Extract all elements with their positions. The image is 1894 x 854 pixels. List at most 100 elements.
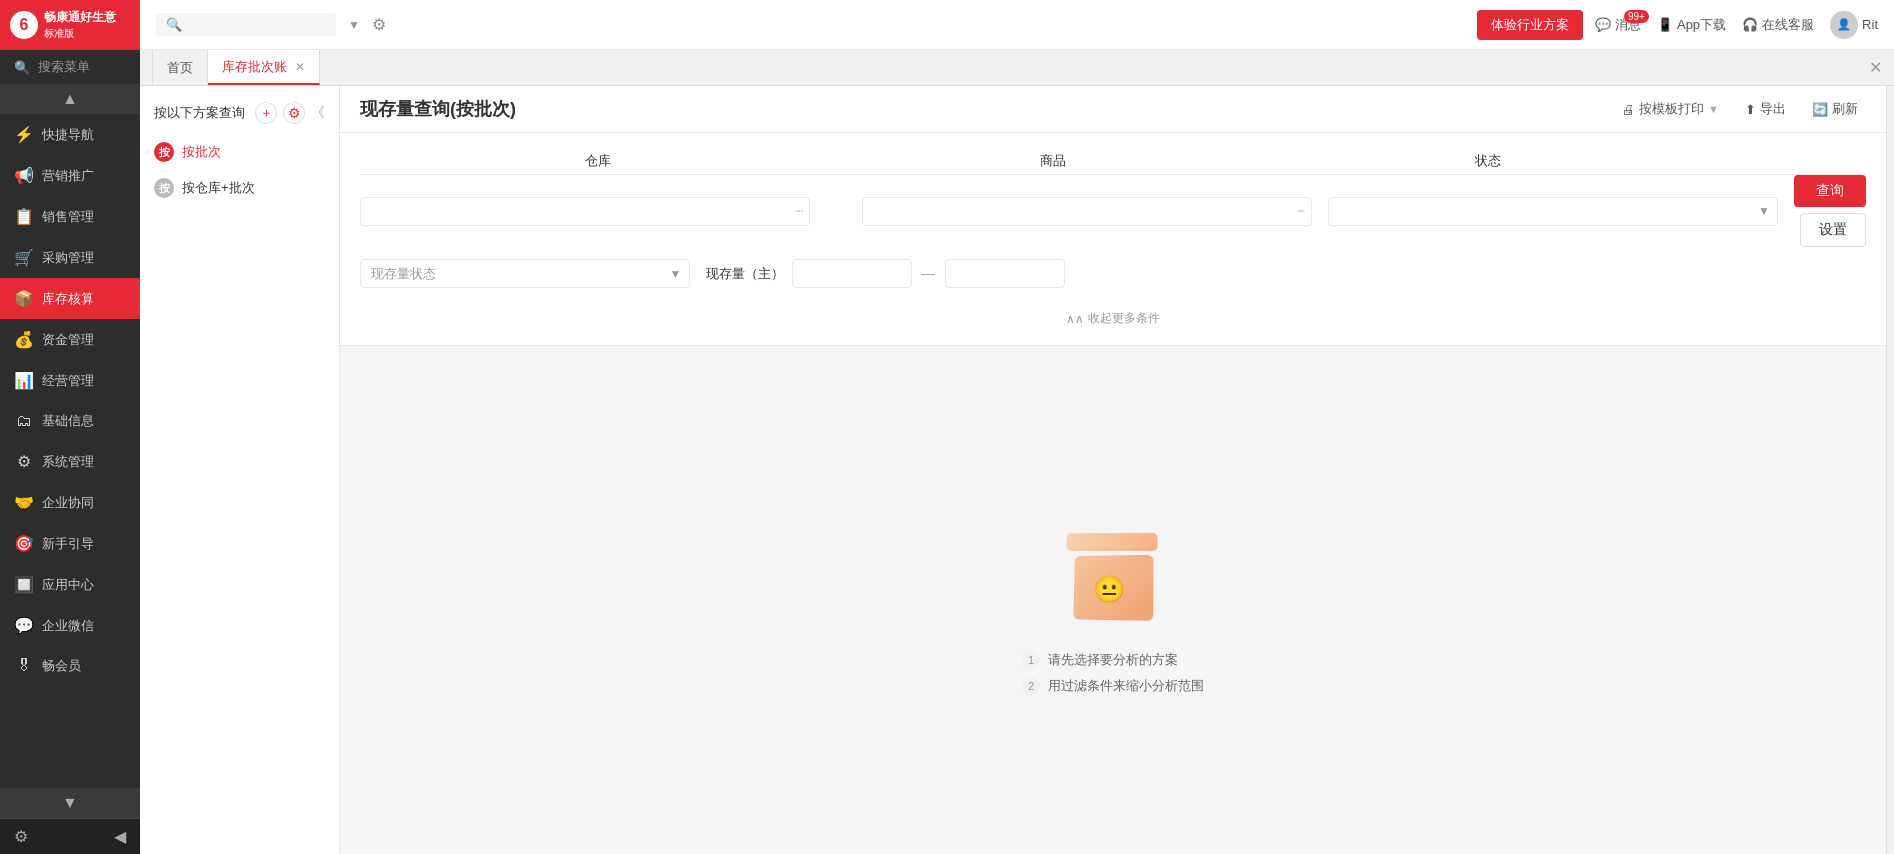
app-download-btn[interactable]: 📱 App下载: [1657, 16, 1726, 34]
sidebar-label-apps: 应用中心: [42, 576, 94, 594]
topbar-chevron-icon[interactable]: ▼: [348, 18, 360, 32]
settings-icon[interactable]: ⚙: [14, 827, 28, 846]
sidebar-item-system[interactable]: ⚙系统管理: [0, 441, 140, 482]
refresh-btn[interactable]: 🔄 刷新: [1804, 96, 1866, 122]
collapse-btn[interactable]: ∧∧ 收起更多条件: [360, 306, 1866, 331]
tabbar-close-btn[interactable]: ✕: [1869, 58, 1882, 77]
scheme-by-batch[interactable]: 按 按批次: [140, 134, 339, 170]
sidebar-item-sales[interactable]: 📋销售管理: [0, 196, 140, 237]
status-select[interactable]: [1328, 197, 1778, 226]
sidebar-item-purchase[interactable]: 🛒采购管理: [0, 237, 140, 278]
sidebar-icon-finance: 💰: [14, 330, 34, 349]
empty-tips: 1 请先选择要分析的方案 2 用过滤条件来缩小分析范围: [1022, 651, 1204, 695]
warehouse-input-wrap: ···: [360, 197, 810, 226]
filter-area: 仓库 商品 状态 ···: [340, 133, 1886, 346]
tab-batch-account[interactable]: 库存批次账 ✕: [208, 50, 320, 85]
print-icon: 🖨: [1622, 102, 1635, 117]
sidebar-icon-operation: 📊: [14, 371, 34, 390]
messages-btn[interactable]: 💬 消息 99+: [1595, 16, 1641, 34]
sidebar-item-operation[interactable]: 📊 经营管理: [0, 360, 140, 401]
sidebar-scroll-down[interactable]: ▼: [0, 788, 140, 818]
sidebar-search[interactable]: 🔍 搜索菜单: [0, 50, 140, 84]
search-label: 搜索菜单: [38, 58, 90, 76]
sidebar-item-enterprise[interactable]: 🤝企业协同: [0, 482, 140, 523]
scheme-icon-gray: 按: [154, 178, 174, 198]
scheme-settings-btn[interactable]: ⚙: [283, 102, 305, 124]
settings-btn[interactable]: 设置: [1800, 213, 1866, 247]
customer-service-btn[interactable]: 🎧 在线客服: [1742, 16, 1814, 34]
add-scheme-btn[interactable]: ＋: [255, 102, 277, 124]
topbar-search-wrap[interactable]: 🔍: [156, 13, 336, 36]
scheme-label-0: 按批次: [182, 143, 221, 161]
empty-illustration: 😐: [1043, 505, 1183, 635]
topbar-settings-icon[interactable]: ⚙: [372, 15, 386, 34]
sidebar-label-marketing: 营销推广: [42, 167, 94, 185]
tip-text-1: 请先选择要分析的方案: [1048, 651, 1178, 669]
tab-close-icon[interactable]: ✕: [295, 60, 305, 74]
sidebar-icon-basic: 🗂: [14, 412, 34, 430]
sidebar-label-newuser: 新手引导: [42, 535, 94, 553]
app-name-block: 畅康通好生意 标准版: [44, 10, 116, 41]
export-btn[interactable]: ⬆ 导出: [1737, 96, 1794, 122]
stock-main-field: 现存量（主） —: [706, 259, 1365, 288]
sidebar-item-wechat[interactable]: 💬企业微信: [0, 605, 140, 646]
sidebar-label-finance: 资金管理: [42, 331, 94, 349]
sidebar-item-vip[interactable]: 🎖畅会员: [0, 646, 140, 686]
right-panel: 现存量查询(按批次) 🖨 按模板打印 ▼ ⬆ 导出 🔄 刷新: [340, 86, 1886, 854]
experience-btn[interactable]: 体验行业方案: [1477, 10, 1583, 40]
query-btn[interactable]: 查询: [1794, 175, 1866, 207]
scheme-icon-red: 按: [154, 142, 174, 162]
headset-icon: 🎧: [1742, 17, 1758, 32]
stock-main-start-input[interactable]: [792, 259, 912, 288]
product-input[interactable]: [862, 197, 1312, 226]
scheme-by-warehouse-batch[interactable]: 按 按仓库+批次: [140, 170, 339, 206]
warehouse-input[interactable]: [360, 197, 810, 226]
sidebar-label-system: 系统管理: [42, 453, 94, 471]
sidebar-label-wechat: 企业微信: [42, 617, 94, 635]
sidebar-item-apps[interactable]: 🔲应用中心: [0, 564, 140, 605]
refresh-icon: 🔄: [1812, 102, 1828, 117]
print-dropdown-icon[interactable]: ▼: [1708, 103, 1719, 115]
collapse-row: ∧∧ 收起更多条件: [360, 300, 1866, 331]
warehouse-field: ···: [360, 197, 810, 226]
sidebar-label-purchase: 采购管理: [42, 249, 94, 267]
sidebar-label-operation: 经营管理: [42, 372, 94, 390]
stock-main-label: 现存量（主）: [706, 265, 784, 283]
messages-badge: 99+: [1624, 10, 1649, 23]
sidebar-item-basic[interactable]: 🗂基础信息: [0, 401, 140, 441]
empty-state: 😐 1 请先选择要分析的方案 2 用过滤条件来缩小分析范围: [340, 346, 1886, 854]
collapse-up-icon: ∧∧: [1066, 312, 1084, 326]
product-more-icon[interactable]: ···: [1297, 202, 1304, 220]
sidebar-item-newuser[interactable]: 🎯新手引导: [0, 523, 140, 564]
filter-labels-row: 仓库 商品 状态: [360, 147, 1866, 175]
warehouse-more-icon[interactable]: ···: [795, 202, 802, 220]
stock-main-end-input[interactable]: [945, 259, 1065, 288]
sidebar-item-quick-nav[interactable]: ⚡快捷导航: [0, 114, 140, 155]
user-name: Rit: [1862, 17, 1878, 32]
tip-num-2: 2: [1022, 677, 1040, 695]
collapse-panel-icon[interactable]: 《: [311, 104, 325, 122]
sidebar-item-marketing[interactable]: 📢营销推广: [0, 155, 140, 196]
topbar-search-input[interactable]: [188, 18, 308, 32]
print-template-btn[interactable]: 🖨 按模板打印 ▼: [1614, 96, 1727, 122]
sidebar-label-enterprise: 企业协同: [42, 494, 94, 512]
phone-icon: 📱: [1657, 17, 1673, 32]
status-field: ▼: [1328, 197, 1778, 226]
empty-tip-2: 2 用过滤条件来缩小分析范围: [1022, 677, 1204, 695]
stock-dash: —: [912, 266, 945, 281]
export-icon: ⬆: [1745, 102, 1756, 117]
content-area: 按以下方案查询 ＋ ⚙ 《 按 按批次 按 按仓库+批次 现存量查询(按批次): [140, 86, 1894, 854]
tab-home[interactable]: 首页: [152, 50, 208, 85]
product-field: ···: [862, 197, 1312, 226]
sidebar-item-finance[interactable]: 💰 资金管理: [0, 319, 140, 360]
sidebar-scroll-up[interactable]: ▲: [0, 84, 140, 114]
tab-home-label: 首页: [167, 59, 193, 77]
user-profile-btn[interactable]: 👤 Rit: [1830, 11, 1878, 39]
empty-tip-1: 1 请先选择要分析的方案: [1022, 651, 1204, 669]
sidebar-item-inventory[interactable]: 📦库存核算: [0, 278, 140, 319]
right-scrollbar[interactable]: [1886, 86, 1894, 854]
tip-num-1: 1: [1022, 651, 1040, 669]
collapse-sidebar-icon[interactable]: ◀: [114, 827, 126, 846]
message-icon: 💬: [1595, 17, 1611, 32]
stock-status-select[interactable]: 现存量状态: [360, 259, 690, 288]
